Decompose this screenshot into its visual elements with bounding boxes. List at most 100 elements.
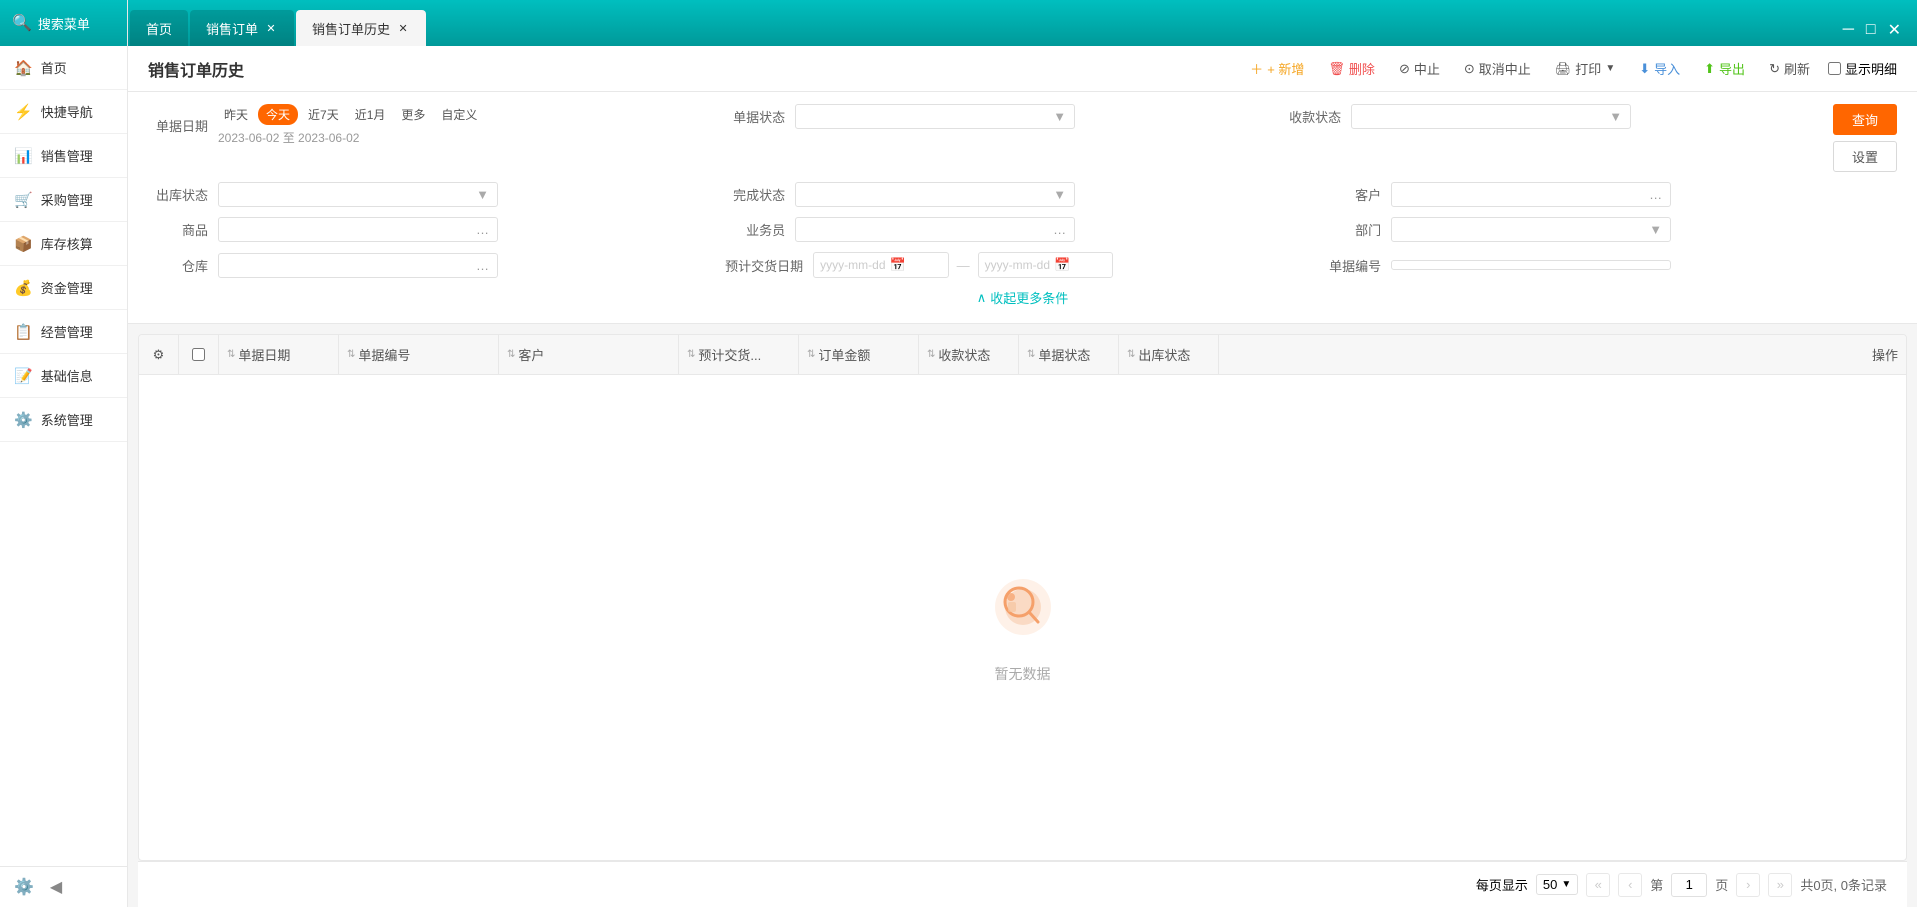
tab-sales-order-close[interactable]: ✕ [264,21,278,35]
collapse-sidebar-icon[interactable]: ◀ [50,877,62,897]
warehouse-dots[interactable]: … [476,258,489,273]
stop-button[interactable]: ⊘ 中止 [1393,56,1446,81]
th-pay-status[interactable]: ⇅ 收款状态 [919,335,1019,374]
expected-date-label: 预计交货日期 [725,256,813,275]
date-7days[interactable]: 近7天 [302,104,345,125]
first-page-button[interactable]: « [1586,873,1610,897]
dept-select[interactable]: ▼ [1391,217,1671,242]
page-size-value: 50 [1543,877,1557,892]
date-more[interactable]: 更多 [395,104,431,125]
th-checkbox[interactable] [179,335,219,374]
maximize-icon[interactable]: □ [1862,19,1880,41]
sidebar-item-finance[interactable]: 💰 资金管理 [0,266,127,310]
display-cols-checkbox[interactable]: 显示明细 [1828,59,1897,78]
complete-status-arrow: ▼ [1053,187,1066,202]
search-icon: 🔍 [12,13,32,33]
sort-ship-status-icon: ⇅ [1127,349,1135,360]
goods-input[interactable]: … [218,217,498,242]
expected-date-start[interactable]: yyyy-mm-dd 📅 [813,252,949,278]
export-button[interactable]: ⬆ 导出 [1698,56,1751,81]
prev-page-button[interactable]: ‹ [1618,873,1642,897]
last-page-button[interactable]: » [1768,873,1792,897]
tab-sales-order[interactable]: 销售订单 ✕ [190,10,294,46]
new-button[interactable]: ＋ + 新增 [1244,56,1310,81]
sidebar-item-inventory[interactable]: 📦 库存核算 [0,222,127,266]
delete-button[interactable]: 🗑 删除 [1322,56,1381,81]
bill-status-select[interactable]: ▼ [795,104,1075,129]
warehouse-label: 仓库 [148,256,218,275]
sidebar-item-home[interactable]: 🏠 首页 [0,46,127,90]
page-header: 销售订单历史 ＋ + 新增 🗑 删除 ⊘ 中止 ⊙ 取消中止 [128,46,1917,92]
sidebar-item-quick-nav[interactable]: ⚡ 快捷导航 [0,90,127,134]
ship-status-arrow: ▼ [476,187,489,202]
warehouse-input[interactable]: … [218,253,498,278]
topbar: 首页 销售订单 ✕ 销售订单历史 ✕ ─ □ ✕ [128,0,1917,46]
th-customer[interactable]: ⇅ 客户 [499,335,679,374]
sidebar-item-sys-manage[interactable]: ⚙️ 系统管理 [0,398,127,442]
sidebar-item-purchase[interactable]: 🛒 采购管理 [0,178,127,222]
print-icon: 🖨 [1555,61,1572,77]
th-amount[interactable]: ⇅ 订单金额 [799,335,919,374]
settings-button[interactable]: 设置 [1833,141,1897,172]
customer-input[interactable]: … [1391,182,1671,207]
page-prefix: 第 [1650,875,1663,894]
base-info-icon: 📝 [14,367,33,385]
minimize-icon[interactable]: ─ [1839,19,1858,41]
pagination: 每页显示 50 ▼ « ‹ 第 页 › » 共0页, 0条记录 [138,861,1907,907]
next-page-button[interactable]: › [1736,873,1760,897]
tab-sales-order-history-close[interactable]: ✕ [396,21,410,35]
table-area: ⚙ ⇅ 单据日期 ⇅ 单据编号 ⇅ 客户 [128,324,1917,861]
tab-sales-order-history[interactable]: 销售订单历史 ✕ [296,10,426,46]
page-input[interactable] [1671,873,1707,897]
tab-home[interactable]: 首页 [130,10,188,46]
sidebar-item-sales[interactable]: 📊 销售管理 [0,134,127,178]
display-cols-input[interactable] [1828,62,1841,75]
sidebar-search[interactable]: 🔍 搜索菜单 [0,0,127,46]
select-all-checkbox[interactable] [192,348,205,361]
date-range-display: 2023-06-02 至 2023-06-02 [218,129,483,146]
goods-dots[interactable]: … [476,222,489,237]
ship-status-label: 出库状态 [148,185,218,204]
th-ship-status[interactable]: ⇅ 出库状态 [1119,335,1219,374]
th-settings[interactable]: ⚙ [139,335,179,374]
sort-date-icon: ⇅ [227,349,235,360]
refresh-button[interactable]: ↻ 刷新 [1763,56,1816,81]
page-size-arrow: ▼ [1561,879,1571,890]
complete-status-select[interactable]: ▼ [795,182,1075,207]
print-dropdown-icon: ▼ [1605,63,1615,74]
print-button[interactable]: 🖨 打印 ▼ [1549,56,1621,81]
bill-no-label: 单据编号 [1321,256,1391,275]
pay-status-arrow: ▼ [1609,109,1622,124]
date-today[interactable]: 今天 [258,104,298,125]
cancel-stop-button[interactable]: ⊙ 取消中止 [1458,56,1537,81]
import-button[interactable]: ⬇ 导入 [1633,56,1686,81]
dept-label: 部门 [1321,220,1391,239]
sidebar-item-operations[interactable]: 📋 经营管理 [0,310,127,354]
collapse-filter-button[interactable]: ∧ 收起更多条件 [148,284,1897,311]
th-bill-status[interactable]: ⇅ 单据状态 [1019,335,1119,374]
date-custom[interactable]: 自定义 [435,104,483,125]
bill-no-input[interactable] [1391,260,1671,270]
th-bill-no[interactable]: ⇅ 单据编号 [339,335,499,374]
th-delivery[interactable]: ⇅ 预计交货... [679,335,799,374]
sidebar-item-base-info[interactable]: 📝 基础信息 [0,354,127,398]
date-1month[interactable]: 近1月 [349,104,392,125]
expected-date-end[interactable]: yyyy-mm-dd 📅 [978,252,1114,278]
pay-status-select[interactable]: ▼ [1351,104,1631,129]
calendar-end-icon: 📅 [1054,257,1070,273]
ship-status-select[interactable]: ▼ [218,182,498,207]
th-date[interactable]: ⇅ 单据日期 [219,335,339,374]
page-size-selector[interactable]: 50 ▼ [1536,874,1578,895]
sidebar-bottom: ⚙️ ◀ [0,866,127,907]
table-header: ⚙ ⇅ 单据日期 ⇅ 单据编号 ⇅ 客户 [139,335,1906,375]
import-icon: ⬇ [1639,61,1650,77]
close-window-icon[interactable]: ✕ [1884,18,1905,42]
customer-dots[interactable]: … [1649,187,1662,202]
sidebar-search-label: 搜索菜单 [38,14,90,33]
settings-bottom-icon[interactable]: ⚙️ [14,877,34,897]
page-unit: 页 [1715,875,1728,894]
salesperson-dots[interactable]: … [1053,222,1066,237]
query-button[interactable]: 查询 [1833,104,1897,135]
salesperson-input[interactable]: … [795,217,1075,242]
date-yesterday[interactable]: 昨天 [218,104,254,125]
